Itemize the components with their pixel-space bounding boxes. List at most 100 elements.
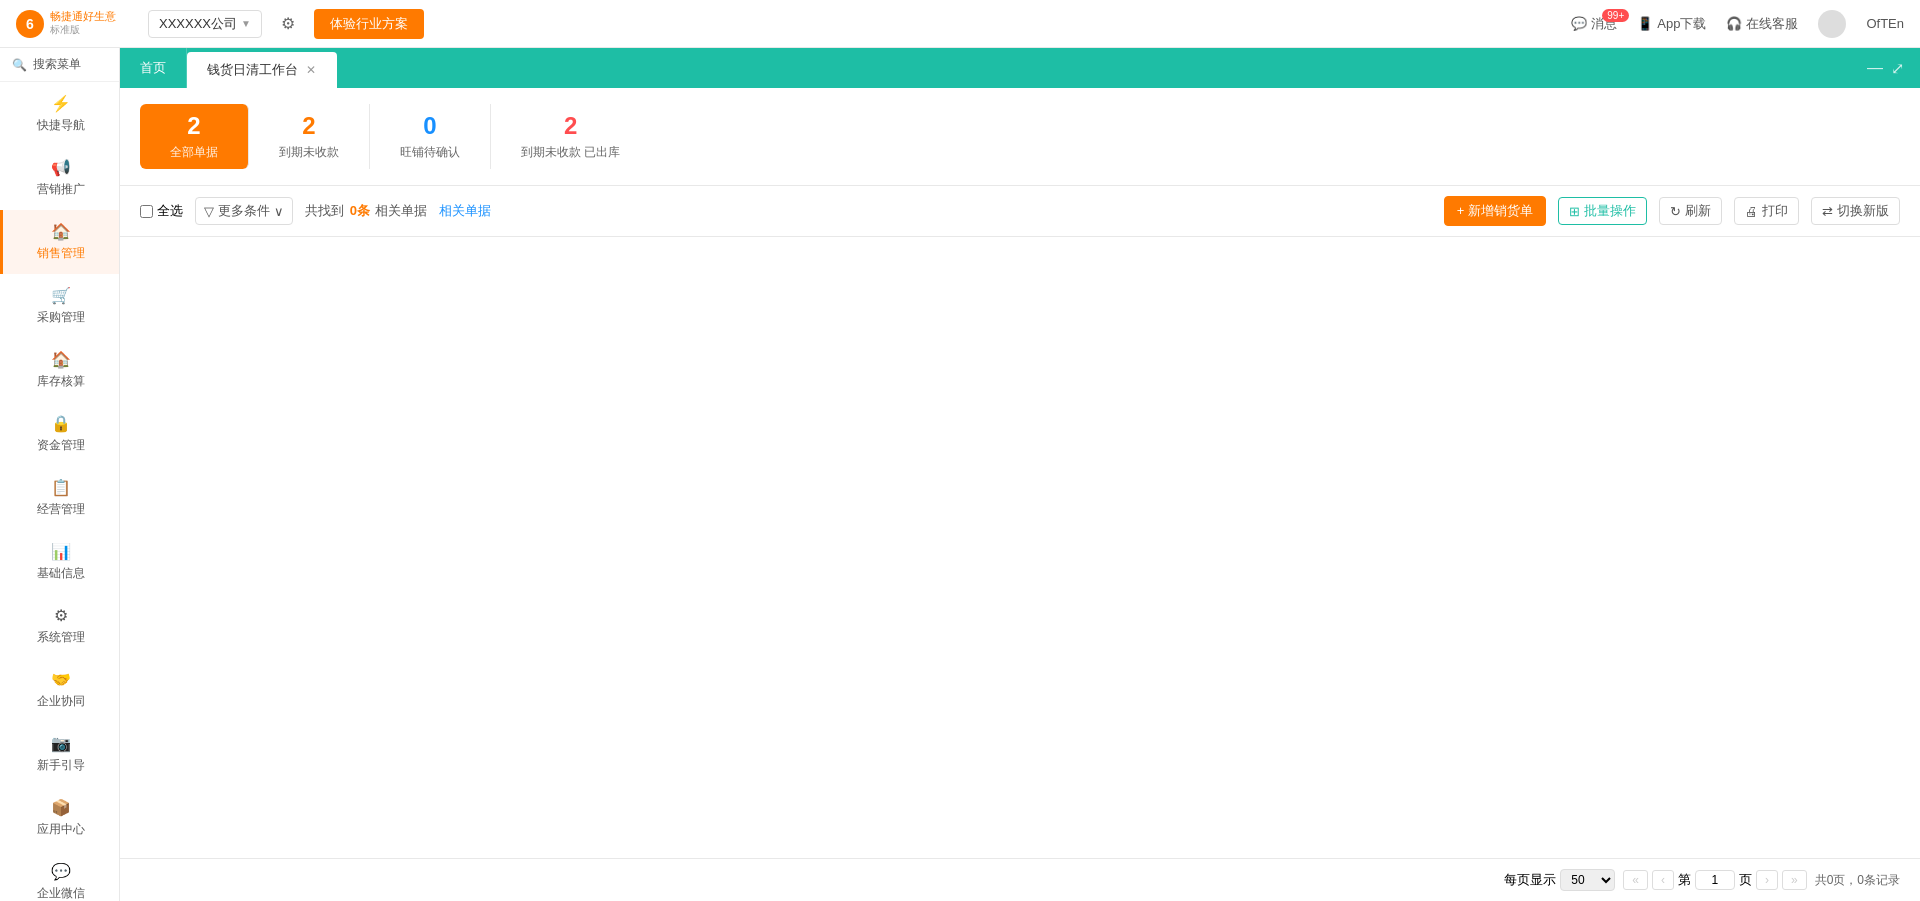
filter-icon: ▽ <box>204 204 214 219</box>
filter-button[interactable]: ▽ 更多条件 ∨ <box>195 197 293 225</box>
service-icon: 🎧 <box>1726 16 1742 31</box>
first-page-button[interactable]: « <box>1623 870 1648 890</box>
sidebar-item-cooperation[interactable]: 🤝 企业协同 <box>0 658 119 722</box>
sidebar-item-label: 营销推广 <box>37 181 85 198</box>
page-number-input[interactable] <box>1695 870 1735 890</box>
tab-home-label: 首页 <box>140 59 166 77</box>
app-center-icon: 📦 <box>51 798 71 817</box>
sidebar-item-label: 基础信息 <box>37 565 85 582</box>
app-download-label: App下载 <box>1657 15 1706 33</box>
batch-operation-button[interactable]: ⊞ 批量操作 <box>1558 197 1647 225</box>
sidebar-item-label: 采购管理 <box>37 309 85 326</box>
online-service-button[interactable]: 🎧 在线客服 <box>1726 15 1798 33</box>
batch-label: 批量操作 <box>1584 202 1636 220</box>
message-badge: 99+ <box>1602 9 1629 22</box>
logo-sub: 标准版 <box>50 23 116 37</box>
main-content: 首页 钱货日清工作台 ✕ — ⤢ 2 全部单据 2 到期未收款 0 旺铺待确认 <box>120 48 1920 901</box>
toolbar: 全选 ▽ 更多条件 ∨ 共找到 0条 相关单据 相关单据 + 新增销货单 ⊞ <box>120 186 1920 237</box>
sidebar-item-sales[interactable]: 🏠 销售管理 <box>0 210 119 274</box>
header-left: 6 畅捷通好生意 标准版 XXXXXX公司 ▼ ⚙ 体验行业方案 <box>16 9 424 39</box>
sidebar-item-wechat[interactable]: 💬 企业微信 <box>0 850 119 901</box>
found-text: 共找到 0条 相关单据 <box>305 202 427 220</box>
search-menu-button[interactable]: 🔍 搜索菜单 <box>0 48 119 82</box>
sidebar-item-label: 经营管理 <box>37 501 85 518</box>
tab-close-icon[interactable]: ✕ <box>306 63 316 77</box>
download-icon: 📱 <box>1637 16 1653 31</box>
prev-page-button[interactable]: ‹ <box>1652 870 1674 890</box>
marketing-icon: 📢 <box>51 158 71 177</box>
purchase-icon: 🛒 <box>51 286 71 305</box>
refresh-button[interactable]: ↻ 刷新 <box>1659 197 1722 225</box>
settings-button[interactable]: ⚙ <box>274 10 302 38</box>
search-icon: 🔍 <box>12 58 27 72</box>
stat-pending[interactable]: 0 旺铺待确认 <box>370 104 491 169</box>
sidebar-item-label: 企业微信 <box>37 885 85 901</box>
tab-bar: 首页 钱货日清工作台 ✕ — ⤢ <box>120 48 1920 88</box>
tab-expand-button[interactable]: ⤢ <box>1891 59 1904 78</box>
select-all-checkbox[interactable]: 全选 <box>140 202 183 220</box>
message-button[interactable]: 💬 消息 99+ <box>1571 15 1617 33</box>
tab-bar-actions: — ⤢ <box>1867 59 1920 78</box>
tab-cash-goods-label: 钱货日清工作台 <box>207 61 298 79</box>
sidebar-item-marketing[interactable]: 📢 营销推广 <box>0 146 119 210</box>
tab-minimize-button[interactable]: — <box>1867 59 1883 77</box>
found-count: 0条 <box>350 203 370 218</box>
sidebar-item-label: 应用中心 <box>37 821 85 838</box>
stats-row: 2 全部单据 2 到期未收款 0 旺铺待确认 2 到期未收款 已出库 <box>120 88 1920 186</box>
sidebar-item-operations[interactable]: 📋 经营管理 <box>0 466 119 530</box>
filter-chevron-icon: ∨ <box>274 204 284 219</box>
system-icon: ⚙ <box>54 606 68 625</box>
sidebar-item-inventory[interactable]: 🏠 库存核算 <box>0 338 119 402</box>
per-page-select[interactable]: 50 10 20 100 <box>1560 869 1615 891</box>
trial-button[interactable]: 体验行业方案 <box>314 9 424 39</box>
company-name: XXXXXX公司 <box>159 15 237 33</box>
found-suffix: 相关单据 <box>375 203 427 218</box>
logo-area: 6 畅捷通好生意 标准版 <box>16 10 136 38</box>
sidebar: 🔍 搜索菜单 ⚡ 快捷导航 📢 营销推广 🏠 销售管理 🛒 采购管理 🏠 库存核… <box>0 48 120 901</box>
found-prefix: 共找到 <box>305 203 344 218</box>
sidebar-item-label: 资金管理 <box>37 437 85 454</box>
switch-new-version-button[interactable]: ⇄ 切换新版 <box>1811 197 1900 225</box>
search-menu-label: 搜索菜单 <box>33 56 81 73</box>
inventory-icon: 🏠 <box>51 350 71 369</box>
online-service-label: 在线客服 <box>1746 15 1798 33</box>
add-sales-order-button[interactable]: + 新增销货单 <box>1444 196 1546 226</box>
sidebar-item-app-center[interactable]: 📦 应用中心 <box>0 786 119 850</box>
sidebar-item-base-info[interactable]: 📊 基础信息 <box>0 530 119 594</box>
toolbar-left: 全选 ▽ 更多条件 ∨ 共找到 0条 相关单据 相关单据 <box>140 197 1432 225</box>
stat-pending-number: 0 <box>423 112 436 140</box>
app-download-button[interactable]: 📱 App下载 <box>1637 15 1706 33</box>
sidebar-item-quick-nav[interactable]: ⚡ 快捷导航 <box>0 82 119 146</box>
page-size-selector: 每页显示 50 10 20 100 <box>1504 869 1615 891</box>
next-page-button[interactable]: › <box>1756 870 1778 890</box>
stat-all[interactable]: 2 全部单据 <box>140 104 249 169</box>
print-label: 打印 <box>1762 202 1788 220</box>
sidebar-item-label: 快捷导航 <box>37 117 85 134</box>
sidebar-item-guide[interactable]: 📷 新手引导 <box>0 722 119 786</box>
stat-overdue-out[interactable]: 2 到期未收款 已出库 <box>491 104 650 169</box>
stat-overdue-number: 2 <box>302 112 315 140</box>
avatar[interactable] <box>1818 10 1846 38</box>
last-page-button[interactable]: » <box>1782 870 1807 890</box>
sidebar-item-finance[interactable]: 🔒 资金管理 <box>0 402 119 466</box>
quick-nav-icon: ⚡ <box>51 94 71 113</box>
sidebar-item-system[interactable]: ⚙ 系统管理 <box>0 594 119 658</box>
stat-overdue-out-number: 2 <box>564 112 577 140</box>
base-info-icon: 📊 <box>51 542 71 561</box>
select-all-input[interactable] <box>140 205 153 218</box>
print-button[interactable]: 🖨 打印 <box>1734 197 1799 225</box>
page-nav: « ‹ 第 页 › » <box>1623 870 1806 890</box>
stat-overdue[interactable]: 2 到期未收款 <box>249 104 370 169</box>
tab-cash-goods[interactable]: 钱货日清工作台 ✕ <box>187 52 337 88</box>
tab-home[interactable]: 首页 <box>120 48 187 88</box>
wechat-icon: 💬 <box>51 862 71 881</box>
sales-icon: 🏠 <box>51 222 71 241</box>
company-selector[interactable]: XXXXXX公司 ▼ <box>148 10 262 38</box>
header-right: 💬 消息 99+ 📱 App下载 🎧 在线客服 OfTEn <box>1571 10 1904 38</box>
sidebar-item-purchase[interactable]: 🛒 采购管理 <box>0 274 119 338</box>
related-orders-link[interactable]: 相关单据 <box>439 202 491 220</box>
cooperation-icon: 🤝 <box>51 670 71 689</box>
refresh-icon: ↻ <box>1670 204 1681 219</box>
guide-icon: 📷 <box>51 734 71 753</box>
per-page-label: 每页显示 <box>1504 871 1556 889</box>
